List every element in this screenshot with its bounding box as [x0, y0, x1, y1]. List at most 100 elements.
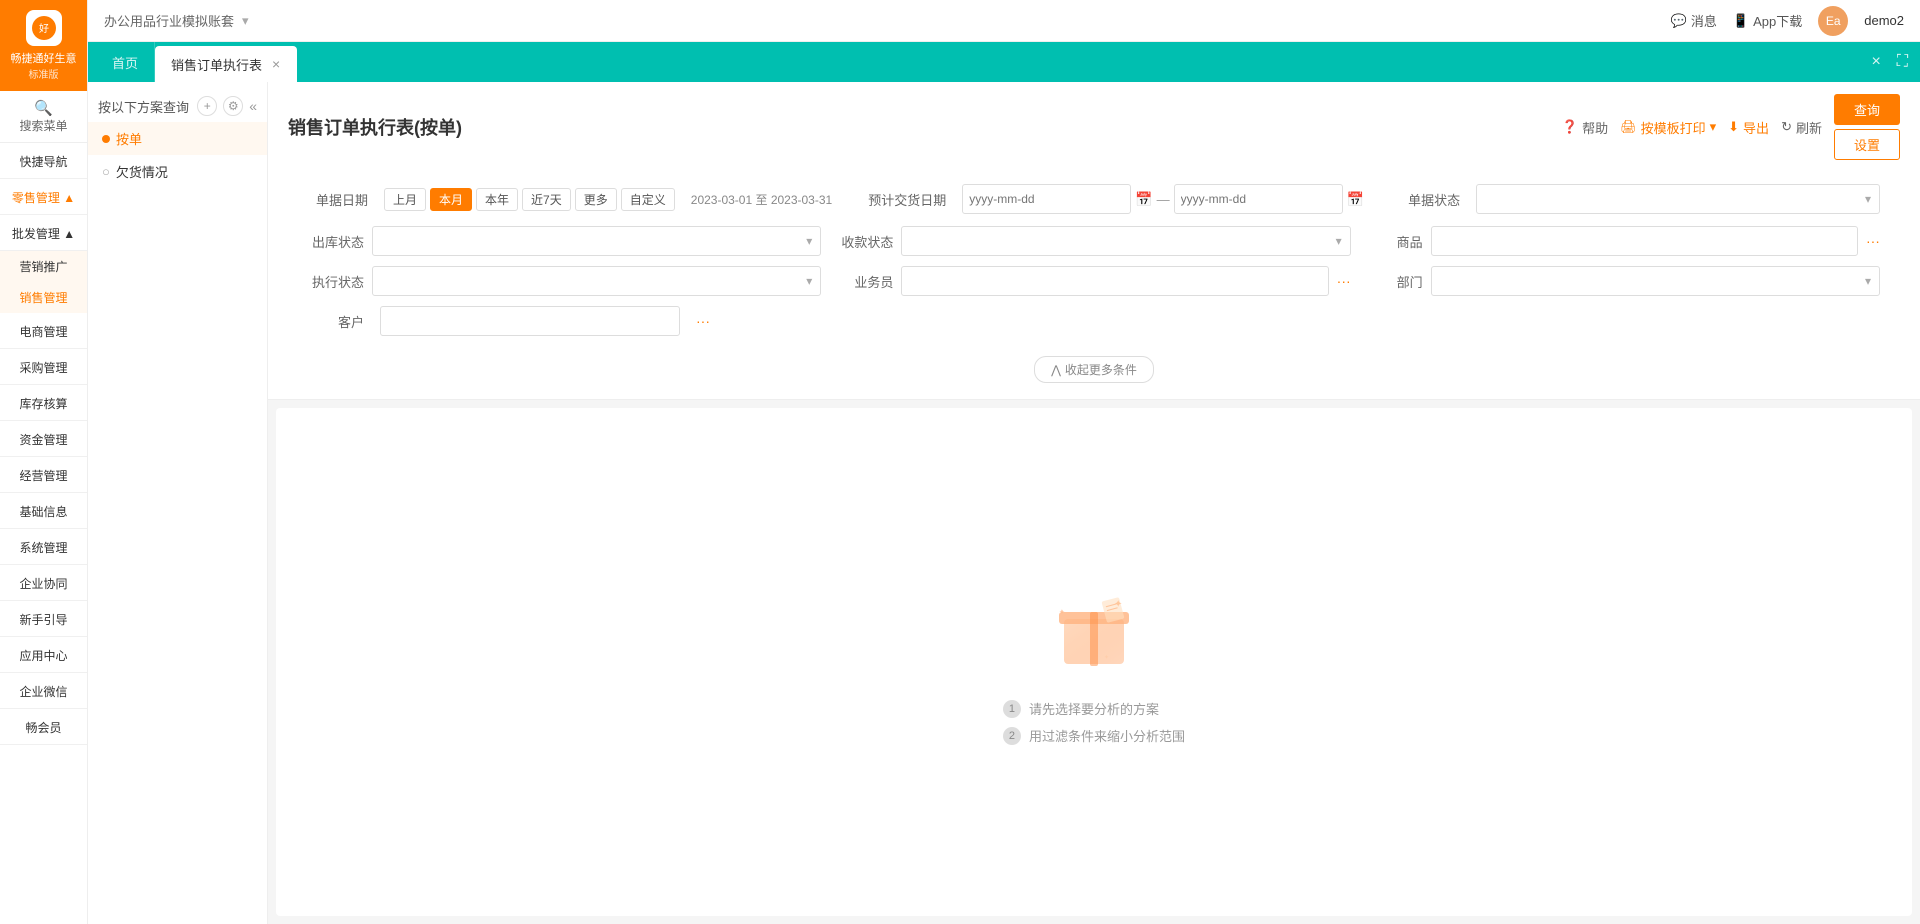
expected-date-label: 预计交货日期: [868, 190, 946, 209]
add-scheme-button[interactable]: +: [197, 96, 217, 116]
collapse-button[interactable]: ⋀ 收起更多条件: [1034, 356, 1154, 383]
svg-text:✦: ✦: [1104, 654, 1109, 661]
export-button[interactable]: ⬇ 导出: [1728, 118, 1769, 137]
download-icon: 📱: [1733, 13, 1749, 29]
sidebar-item-system[interactable]: 系统管理: [0, 529, 87, 565]
dept-label: 部门: [1367, 272, 1423, 291]
filter-row-3: 执行状态 ▾ 业务员 ··· 部门: [308, 266, 1880, 296]
shipment-dropdown[interactable]: ▾: [372, 226, 821, 256]
date-btn-custom[interactable]: 自定义: [621, 188, 675, 211]
date-btn-lastmonth[interactable]: 上月: [384, 188, 426, 211]
collapse-panel-button[interactable]: «: [249, 98, 257, 114]
empty-state: ✦ ✦ ✦ 1 请先选择要分析的方案 2: [276, 408, 1912, 916]
exec-status-dropdown[interactable]: ▾: [372, 266, 821, 296]
tab-home[interactable]: 首页: [96, 42, 155, 82]
settings-button[interactable]: 设置: [1834, 129, 1900, 160]
payment-dropdown[interactable]: ▾: [901, 226, 1350, 256]
app-download-label: App下载: [1753, 11, 1802, 30]
sidebar-item-marketing[interactable]: 营销推广: [0, 251, 87, 282]
topbar-right: 💬 消息 📱 App下载 Ea demo2: [1671, 6, 1904, 36]
tab-close-all-button[interactable]: ×: [1867, 49, 1884, 75]
message-button[interactable]: 💬 消息: [1671, 11, 1717, 30]
date-range-text: 2023-03-01 至 2023-03-31: [691, 191, 832, 208]
sidebar-item-basic[interactable]: 基础信息: [0, 493, 87, 529]
sidebar-item-operations[interactable]: 经营管理: [0, 457, 87, 493]
sidebar-item-sales[interactable]: 销售管理: [0, 282, 87, 313]
scheme-item-欠货情况[interactable]: ○ 欠货情况: [88, 155, 267, 188]
user-name[interactable]: demo2: [1864, 13, 1904, 28]
refresh-button[interactable]: ↻ 刷新: [1781, 118, 1822, 137]
refresh-label: 刷新: [1796, 118, 1822, 137]
tab-close-button[interactable]: ×: [272, 56, 280, 72]
svg-text:✦: ✦: [1059, 608, 1065, 616]
shipment-label: 出库状态: [308, 232, 364, 251]
chevron-down-icon: ▾: [1865, 192, 1871, 206]
date-start-input[interactable]: [962, 184, 1131, 214]
sidebar-item-shortcuts[interactable]: 快捷导航: [0, 143, 87, 179]
date-btn-more[interactable]: 更多: [575, 188, 617, 211]
date-label: 单据日期: [308, 190, 368, 209]
left-panel-title: 按以下方案查询: [98, 97, 189, 116]
sidebar-item-appcenter[interactable]: 应用中心: [0, 637, 87, 673]
payment-label: 收款状态: [837, 232, 893, 251]
user-avatar[interactable]: Ea: [1818, 6, 1848, 36]
sidebar-item-enterprise[interactable]: 企业协同: [0, 565, 87, 601]
date-start-icon[interactable]: 📅: [1135, 191, 1152, 208]
print-arrow: ▾: [1710, 119, 1717, 135]
tab-order-exec[interactable]: 销售订单执行表 ×: [155, 46, 297, 82]
filter-item-salesperson: 业务员 ···: [837, 266, 1350, 296]
tip-num-1: 1: [1003, 700, 1021, 718]
filter-row-2: 出库状态 ▾ 收款状态 ▾: [308, 226, 1880, 256]
avatar-text: Ea: [1826, 14, 1841, 28]
topbar-left: 办公用品行业模拟账套 ▾: [104, 11, 249, 30]
salesperson-picker-icon[interactable]: ···: [1337, 273, 1351, 289]
tab-maximize-button[interactable]: ⛶: [1893, 49, 1912, 75]
help-button[interactable]: ❓ 帮助: [1562, 118, 1608, 137]
page-header: 销售订单执行表(按单) ❓ 帮助 🖨 按模板打印 ▾ ⬇: [268, 82, 1920, 400]
dept-dropdown[interactable]: ▾: [1431, 266, 1880, 296]
logo-subtitle: 标准版: [29, 66, 59, 81]
tab-order-exec-label: 销售订单执行表: [171, 55, 262, 74]
date-btn-thisyear[interactable]: 本年: [476, 188, 518, 211]
sidebar-item-ecommerce[interactable]: 电商管理: [0, 313, 87, 349]
sidebar-item-purchase[interactable]: 采购管理: [0, 349, 87, 385]
empty-tip-2: 2 用过滤条件来缩小分析范围: [1003, 726, 1185, 745]
date-end-icon[interactable]: 📅: [1347, 191, 1364, 208]
settings-scheme-button[interactable]: ⚙: [223, 96, 243, 116]
search-menu-item[interactable]: 🔍 搜索菜单: [0, 91, 87, 143]
date-btn-7days[interactable]: 近7天: [522, 188, 571, 211]
tabbar: 首页 销售订单执行表 × × ⛶: [88, 42, 1920, 82]
search-button[interactable]: 查询: [1834, 94, 1900, 125]
product-input[interactable]: [1431, 226, 1858, 256]
app-download-button[interactable]: 📱 App下载: [1733, 11, 1802, 30]
message-icon: 💬: [1671, 13, 1687, 29]
date-btn-thismonth[interactable]: 本月: [430, 188, 472, 211]
scheme-item-按单[interactable]: 按单: [88, 122, 267, 155]
scheme-icon: ○: [102, 164, 110, 179]
filter-item-dept: 部门 ▾: [1367, 266, 1880, 296]
sidebar-item-inventory[interactable]: 库存核算: [0, 385, 87, 421]
product-picker-icon[interactable]: ···: [1866, 233, 1880, 249]
tip-text-1: 请先选择要分析的方案: [1029, 699, 1159, 718]
tabbar-actions: × ⛶: [1867, 49, 1912, 75]
customer-label: 客户: [308, 312, 364, 331]
sidebar-item-finance[interactable]: 资金管理: [0, 421, 87, 457]
breadcrumb-arrow[interactable]: ▾: [242, 13, 249, 29]
help-label: 帮助: [1582, 118, 1608, 137]
sidebar-item-corpwechat[interactable]: 企业微信: [0, 673, 87, 709]
customer-picker-icon[interactable]: ···: [696, 313, 710, 329]
sidebar-item-retail[interactable]: 零售管理 ▲: [0, 179, 87, 215]
sidebar-item-wholesale[interactable]: 批发管理 ▲: [0, 215, 87, 251]
sidebar: 好 畅捷通好生意 标准版 🔍 搜索菜单 快捷导航 零售管理 ▲ 批发管理 ▲ 营…: [0, 0, 88, 924]
sidebar-subnav-wholesale: 营销推广 销售管理: [0, 251, 87, 313]
print-button[interactable]: 🖨 按模板打印 ▾: [1620, 118, 1716, 137]
customer-input[interactable]: [380, 306, 680, 336]
export-label: 导出: [1743, 118, 1769, 137]
order-status-dropdown[interactable]: ▾: [1476, 184, 1880, 214]
sidebar-item-newuser[interactable]: 新手引导: [0, 601, 87, 637]
salesperson-input[interactable]: [901, 266, 1328, 296]
logo-area: 好 畅捷通好生意 标准版: [0, 0, 87, 91]
date-end-input[interactable]: [1174, 184, 1343, 214]
sidebar-item-member[interactable]: 畅会员: [0, 709, 87, 745]
logo-text: 畅捷通好生意: [11, 50, 77, 66]
